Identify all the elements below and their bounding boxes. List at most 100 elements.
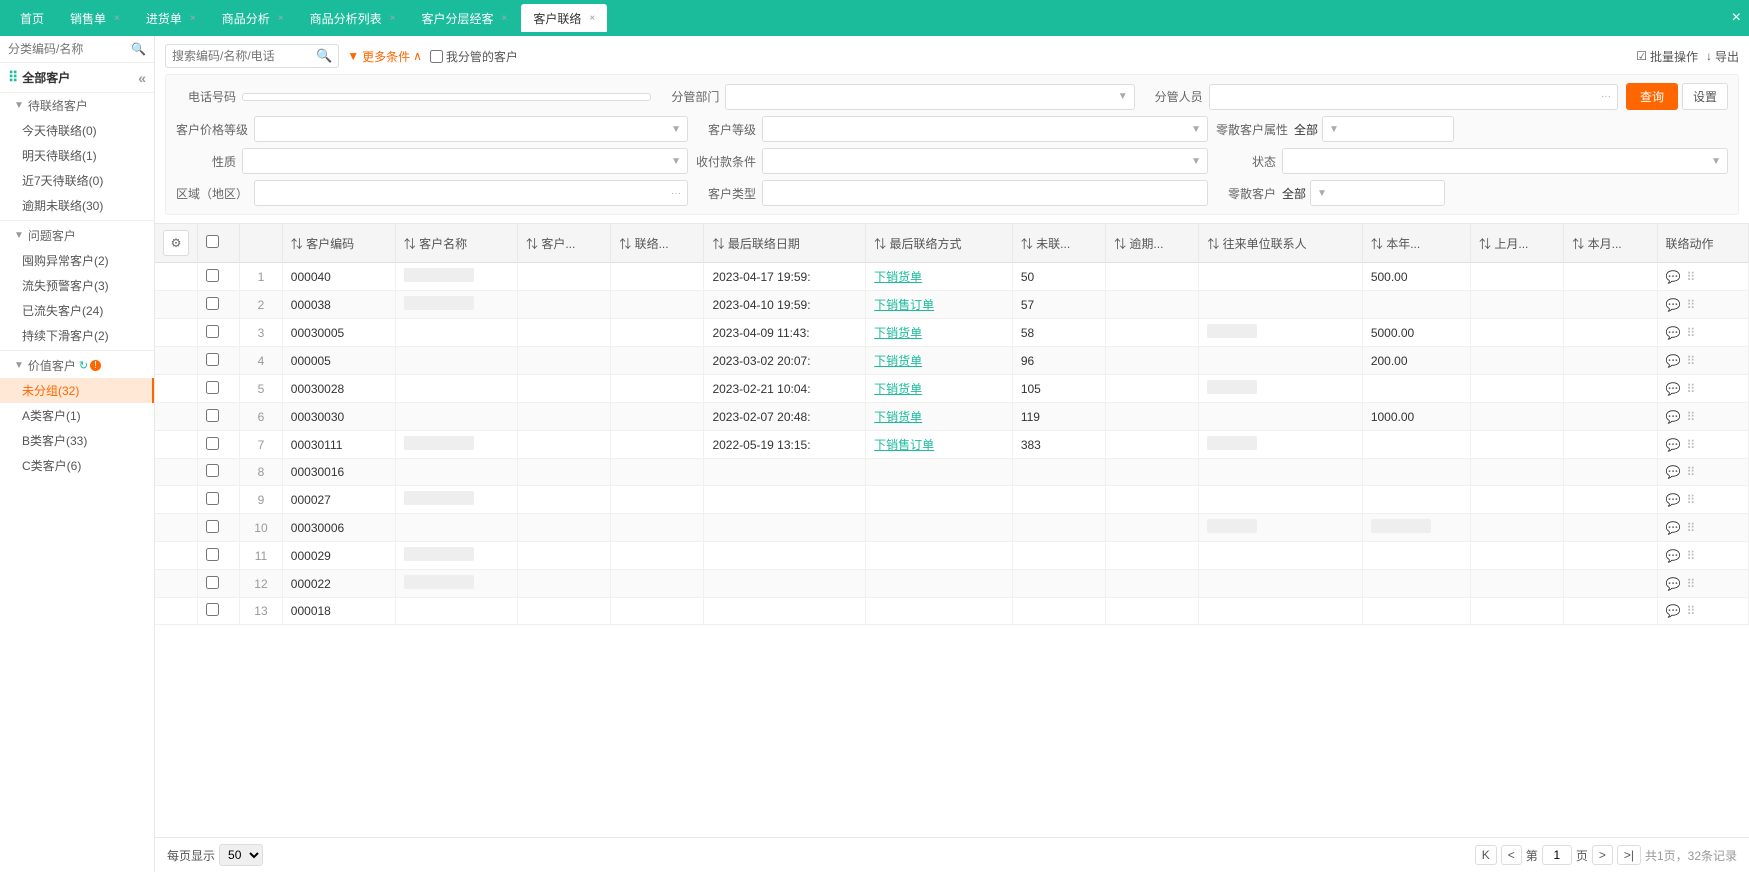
col-name[interactable]: ⇅ 客户名称 [395,224,517,263]
chat-icon[interactable]: 💬 [1666,326,1681,340]
chat-icon[interactable]: 💬 [1666,382,1681,396]
tab-product-analysis[interactable]: 商品分析 × [210,4,296,32]
col-last-date[interactable]: ⇅ 最后联络日期 [704,224,866,263]
row-check[interactable] [198,431,240,459]
payment-select[interactable]: ▼ [762,148,1208,174]
last-method-link[interactable]: 下销售订单 [874,438,934,452]
row-last-method[interactable]: 下销货单 [866,263,1013,291]
sidebar-search-icon[interactable]: 🔍 [131,42,146,56]
row-last-method[interactable] [866,598,1013,625]
row-checkbox[interactable] [206,353,219,366]
prev-page-btn[interactable]: < [1501,845,1522,865]
tab-sales-close[interactable]: × [114,13,120,24]
chat-icon[interactable]: 💬 [1666,521,1681,535]
search-button[interactable]: 查询 [1626,83,1678,110]
last-method-link[interactable]: 下销售订单 [874,298,934,312]
price-level-select[interactable]: ▼ [254,116,688,142]
last-method-link[interactable]: 下销货单 [874,410,922,424]
next-page-btn[interactable]: > [1592,845,1613,865]
sidebar-item-churned[interactable]: 已流失客户(24) [0,298,154,323]
filter-more-btn[interactable]: ▼ 更多条件 ∧ [347,48,422,65]
region-select[interactable]: ··· [254,180,688,206]
grid-action-icon[interactable]: ⠿ [1686,382,1695,396]
sidebar-item-tomorrow[interactable]: 明天待联络(1) [0,143,154,168]
chat-icon[interactable]: 💬 [1666,410,1681,424]
group-pending-contact[interactable]: ▼ 待联络客户 [0,93,154,118]
row-last-method[interactable] [866,514,1013,542]
col-check[interactable] [198,224,240,263]
row-check[interactable] [198,263,240,291]
grid-action-icon[interactable]: ⠿ [1686,493,1695,507]
tab-purchase[interactable]: 进货单 × [134,4,208,32]
row-check[interactable] [198,319,240,347]
row-checkbox[interactable] [206,437,219,450]
sidebar-item-churn-warning[interactable]: 流失预警客户(3) [0,273,154,298]
gear-button[interactable]: ⚙ [163,230,189,256]
status-select[interactable]: ▼ [1282,148,1728,174]
sidebar-search-input[interactable] [8,42,127,56]
grid-action-icon[interactable]: ⠿ [1686,465,1695,479]
sidebar-item-overdue[interactable]: 逾期未联络(30) [0,193,154,218]
row-check[interactable] [198,403,240,431]
tab-product-analysis-close[interactable]: × [278,13,284,24]
first-page-btn[interactable]: K [1475,845,1497,865]
last-page-btn[interactable]: >| [1617,845,1641,865]
grid-action-icon[interactable]: ⠿ [1686,521,1695,535]
all-customers-header[interactable]: ⠿ 全部客户 « [0,63,154,93]
phone-input[interactable] [242,93,651,101]
col-type[interactable]: ⇅ 客户... [517,224,610,263]
sidebar-item-7days[interactable]: 近7天待联络(0) [0,168,154,193]
dept-select[interactable]: ▼ [725,84,1134,110]
grid-action-icon[interactable]: ⠿ [1686,549,1695,563]
sidebar-item-declining[interactable]: 持续下滑客户(2) [0,323,154,348]
filter-search-input[interactable] [172,49,312,63]
my-customers-checkbox[interactable]: 我分管的客户 [430,48,518,65]
last-method-link[interactable]: 下销货单 [874,354,922,368]
chat-icon[interactable]: 💬 [1666,577,1681,591]
sidebar-item-c-class[interactable]: C类客户(6) [0,453,154,478]
tab-customer-segment-close[interactable]: × [501,13,507,24]
retail-attr-select[interactable]: ▼ [1322,116,1454,142]
row-last-method[interactable] [866,570,1013,598]
grid-action-icon[interactable]: ⠿ [1686,438,1695,452]
row-last-method[interactable]: 下销货单 [866,375,1013,403]
row-last-method[interactable] [866,542,1013,570]
row-last-method[interactable] [866,486,1013,514]
filter-search-icon[interactable]: 🔍 [316,48,332,64]
last-method-link[interactable]: 下销货单 [874,382,922,396]
row-checkbox[interactable] [206,297,219,310]
page-input[interactable] [1542,845,1572,865]
row-check[interactable] [198,542,240,570]
row-last-method[interactable]: 下销货单 [866,319,1013,347]
row-check[interactable] [198,375,240,403]
grid-action-icon[interactable]: ⠿ [1686,298,1695,312]
col-last-month[interactable]: ⇅ 上月... [1471,224,1564,263]
group-problem-customers[interactable]: ▼ 问题客户 [0,223,154,248]
group-value-customers[interactable]: ▼ 价值客户 ↻ ! [0,353,154,378]
select-all-checkbox[interactable] [206,235,219,248]
col-code[interactable]: ⇅ 客户编码 [282,224,395,263]
row-checkbox[interactable] [206,492,219,505]
chat-icon[interactable]: 💬 [1666,493,1681,507]
row-check[interactable] [198,347,240,375]
col-overdue[interactable]: ⇅ 逾期... [1106,224,1199,263]
row-checkbox[interactable] [206,548,219,561]
last-method-link[interactable]: 下销货单 [874,326,922,340]
reset-button[interactable]: 设置 [1682,83,1728,110]
chat-icon[interactable]: 💬 [1666,465,1681,479]
row-checkbox[interactable] [206,409,219,422]
row-last-method[interactable]: 下销售订单 [866,291,1013,319]
collapse-icon[interactable]: « [138,70,146,86]
sidebar-item-abnormal[interactable]: 囤购异常客户(2) [0,248,154,273]
tab-sales[interactable]: 销售单 × [58,4,132,32]
col-contact-person[interactable]: ⇅ 往来单位联系人 [1199,224,1363,263]
tab-customer-contact-close[interactable]: × [589,13,595,24]
col-this-month[interactable]: ⇅ 本月... [1564,224,1657,263]
page-size-select[interactable]: 50 [219,844,263,866]
grid-action-icon[interactable]: ⠿ [1686,326,1695,340]
row-check[interactable] [198,486,240,514]
my-customers-check[interactable] [430,50,443,63]
col-uncontacted[interactable]: ⇅ 未联... [1012,224,1105,263]
row-last-method[interactable]: 下销货单 [866,403,1013,431]
refresh-icon[interactable]: ↻ [79,359,88,372]
